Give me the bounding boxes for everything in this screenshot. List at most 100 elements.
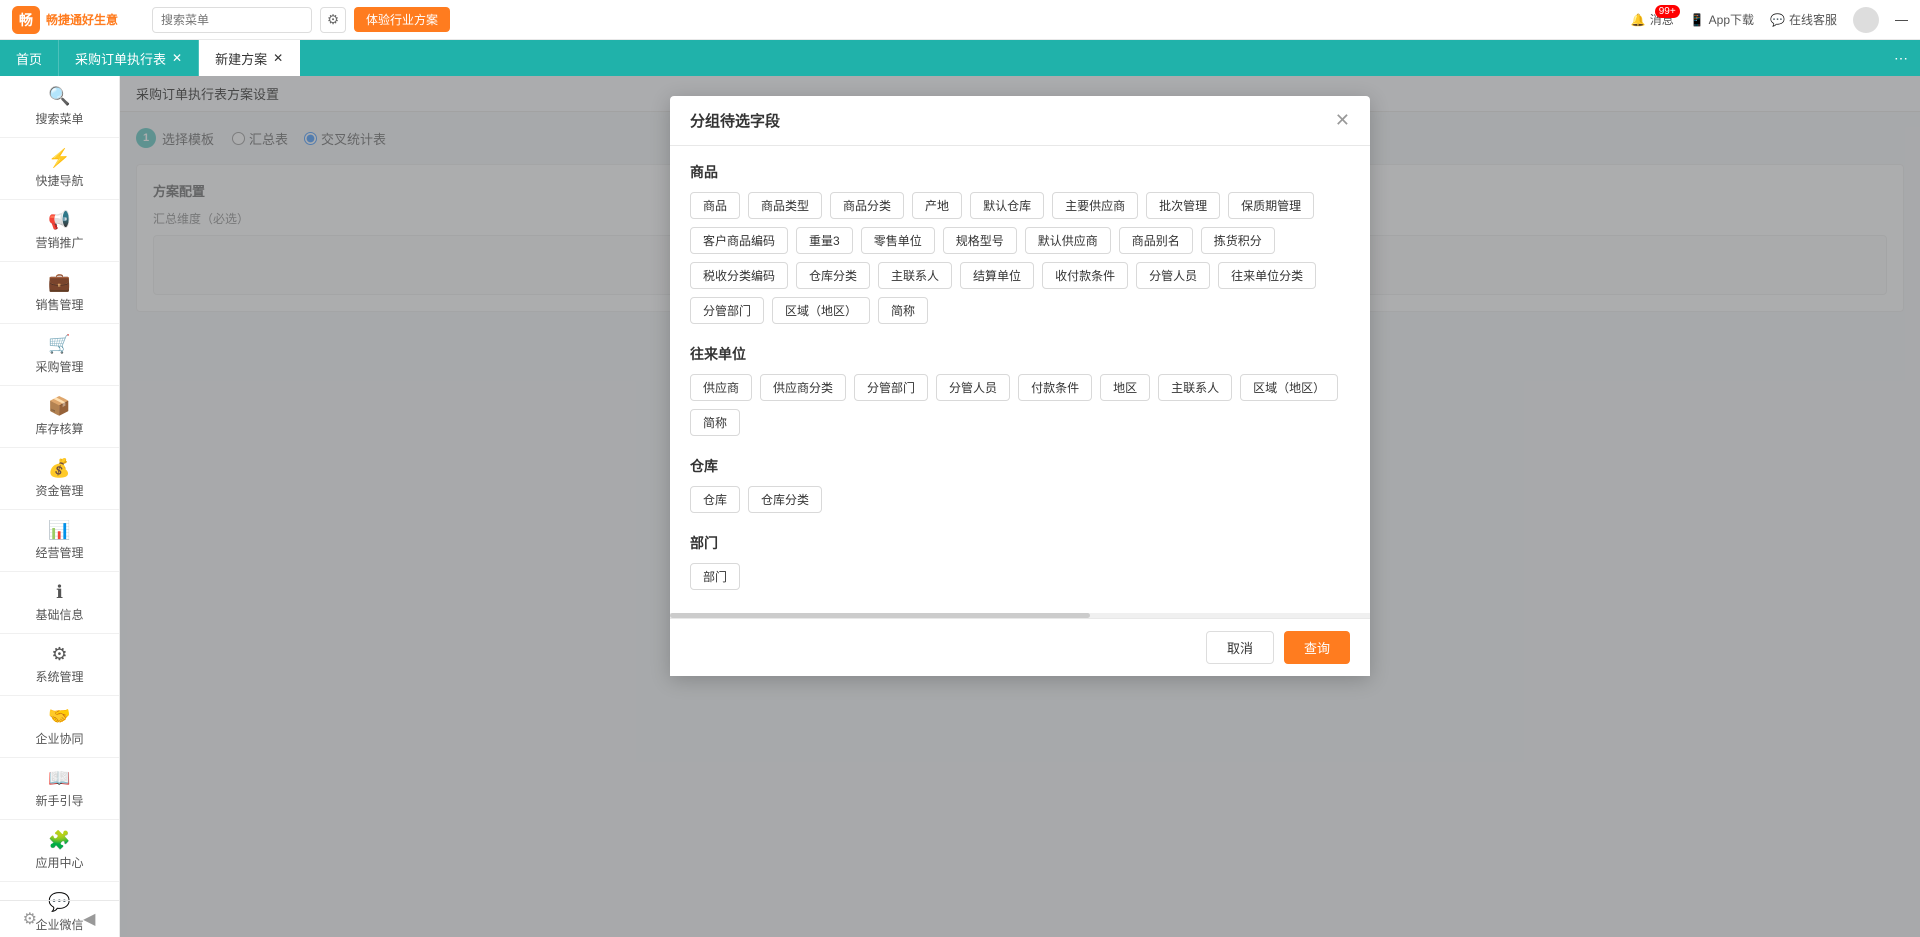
field-tag-default-warehouse[interactable]: 默认仓库	[970, 192, 1044, 219]
tab-home-label: 首页	[16, 49, 42, 68]
top-bar: 畅 畅捷通好生意 ⚙ 体验行业方案 🔔 消息 99+ 📱 App下载 💬 在线客…	[0, 0, 1920, 40]
experience-button[interactable]: 体验行业方案	[354, 7, 450, 32]
top-right: 🔔 消息 99+ 📱 App下载 💬 在线客服 —	[1631, 7, 1908, 33]
section-goods: 商品 商品 商品类型 商品分类 产地 默认仓库 主要供应商 批次管理 保质期管理…	[690, 162, 1350, 324]
field-tag-supplier[interactable]: 供应商	[690, 374, 752, 401]
field-tag-spec-model[interactable]: 规格型号	[943, 227, 1017, 254]
sidebar-item-collaboration[interactable]: 🤝 企业协同	[0, 696, 119, 758]
field-tag-supervisor[interactable]: 分管人员	[1136, 262, 1210, 289]
sidebar-item-purchase-label: 采购管理	[35, 358, 83, 375]
field-tag-counterparty-category[interactable]: 往来单位分类	[1218, 262, 1316, 289]
field-tag-short-name[interactable]: 简称	[878, 297, 928, 324]
cancel-button[interactable]: 取消	[1206, 631, 1274, 664]
modal-footer: 取消 查询	[670, 618, 1370, 676]
field-tag-warehouse-category[interactable]: 仓库分类	[796, 262, 870, 289]
sidebar-item-guide[interactable]: 📖 新手引导	[0, 758, 119, 820]
tab-new-scheme-close[interactable]: ✕	[273, 51, 283, 65]
modal-close-button[interactable]: ✕	[1335, 110, 1350, 131]
basic-info-icon: ℹ	[56, 582, 63, 603]
tab-purchase-order[interactable]: 采购订单执行表 ✕	[59, 40, 199, 76]
field-tag-payment-terms[interactable]: 收付款条件	[1042, 262, 1128, 289]
gear-button[interactable]: ⚙	[320, 7, 346, 33]
field-tag-main-contact2[interactable]: 主联系人	[1158, 374, 1232, 401]
section-department: 部门 部门	[690, 533, 1350, 590]
field-select-modal: 分组待选字段 ✕ 商品 商品 商品类型 商品分类 产地 默认仓库 主要供应商 批…	[670, 96, 1370, 676]
operations-icon: 📊	[48, 520, 70, 541]
sidebar-item-marketing[interactable]: 📢 营销推广	[0, 200, 119, 262]
field-tag-tax-code[interactable]: 税收分类编码	[690, 262, 788, 289]
modal-title: 分组待选字段	[690, 110, 780, 131]
sidebar-item-inventory-label: 库存核算	[35, 420, 83, 437]
logo-icon: 畅	[12, 6, 40, 34]
field-tag-pick-points[interactable]: 拣货积分	[1201, 227, 1275, 254]
avatar[interactable]	[1853, 7, 1879, 33]
field-tag-main-contact[interactable]: 主联系人	[878, 262, 952, 289]
sidebar: 🔍 搜索菜单 ⚡ 快捷导航 📢 营销推广 💼 销售管理 🛒 采购管理 📦 库存核…	[0, 76, 120, 937]
field-tag-department[interactable]: 部门	[690, 563, 740, 590]
service-icon: 💬	[1770, 13, 1785, 27]
field-tag-goods-category[interactable]: 商品分类	[830, 192, 904, 219]
logo-text: 畅捷通好生意	[46, 11, 118, 28]
field-tag-dept-supervisor2[interactable]: 分管部门	[854, 374, 928, 401]
tab-expand-button[interactable]: ⋯	[1882, 50, 1920, 67]
field-tag-default-supplier[interactable]: 默认供应商	[1025, 227, 1111, 254]
sidebar-item-inventory[interactable]: 📦 库存核算	[0, 386, 119, 448]
field-tag-goods-type[interactable]: 商品类型	[748, 192, 822, 219]
sidebar-collapse-button[interactable]: ◀	[60, 901, 120, 937]
sidebar-item-purchase[interactable]: 🛒 采购管理	[0, 324, 119, 386]
sidebar-item-finance[interactable]: 💰 资金管理	[0, 448, 119, 510]
sidebar-item-basic-info[interactable]: ℹ 基础信息	[0, 572, 119, 634]
section-department-tags: 部门	[690, 563, 1350, 590]
field-tag-warehouse[interactable]: 仓库	[690, 486, 740, 513]
field-tag-settlement-unit[interactable]: 结算单位	[960, 262, 1034, 289]
field-tag-warehouse-cat[interactable]: 仓库分类	[748, 486, 822, 513]
search-input[interactable]	[152, 7, 312, 33]
field-tag-weight[interactable]: 重量3	[796, 227, 853, 254]
app-download-button[interactable]: 📱 App下载	[1690, 11, 1754, 28]
notification-button[interactable]: 🔔 消息 99+	[1631, 11, 1674, 28]
field-tag-payment-cond[interactable]: 付款条件	[1018, 374, 1092, 401]
field-tag-goods[interactable]: 商品	[690, 192, 740, 219]
field-tag-supervisor2[interactable]: 分管人员	[936, 374, 1010, 401]
field-tag-supplier-category[interactable]: 供应商分类	[760, 374, 846, 401]
sidebar-item-sales-label: 销售管理	[35, 296, 83, 313]
modal-overlay: 分组待选字段 ✕ 商品 商品 商品类型 商品分类 产地 默认仓库 主要供应商 批…	[120, 76, 1920, 937]
inventory-icon: 📦	[48, 396, 70, 417]
modal-scrollbar-horizontal[interactable]	[670, 613, 1370, 618]
logo-area: 畅 畅捷通好生意	[12, 6, 132, 34]
field-tag-area[interactable]: 地区	[1100, 374, 1150, 401]
field-tag-shelf-life[interactable]: 保质期管理	[1228, 192, 1314, 219]
field-tag-region2[interactable]: 区域（地区）	[1240, 374, 1338, 401]
section-counterparty: 往来单位 供应商 供应商分类 分管部门 分管人员 付款条件 地区 主联系人 区域…	[690, 344, 1350, 436]
field-tag-retail-unit[interactable]: 零售单位	[861, 227, 935, 254]
field-tag-goods-alias[interactable]: 商品别名	[1119, 227, 1193, 254]
sidebar-settings-button[interactable]: ⚙	[0, 901, 60, 937]
field-tag-origin[interactable]: 产地	[912, 192, 962, 219]
field-tag-customer-code[interactable]: 客户商品编码	[690, 227, 788, 254]
sidebar-item-app-center[interactable]: 🧩 应用中心	[0, 820, 119, 882]
field-tag-region[interactable]: 区域（地区）	[772, 297, 870, 324]
quicknav-icon: ⚡	[48, 148, 70, 169]
sidebar-item-search[interactable]: 🔍 搜索菜单	[0, 76, 119, 138]
sidebar-item-search-label: 搜索菜单	[35, 110, 83, 127]
sidebar-item-sales[interactable]: 💼 销售管理	[0, 262, 119, 324]
sidebar-item-system-label: 系统管理	[35, 668, 83, 685]
tab-bar: 首页 采购订单执行表 ✕ 新建方案 ✕ ⋯	[0, 40, 1920, 76]
field-tag-main-supplier[interactable]: 主要供应商	[1052, 192, 1138, 219]
field-tag-dept-supervisor[interactable]: 分管部门	[690, 297, 764, 324]
gear-icon: ⚙	[327, 12, 339, 28]
tab-new-scheme[interactable]: 新建方案 ✕	[199, 40, 300, 76]
download-icon: 📱	[1690, 13, 1705, 27]
tab-purchase-order-close[interactable]: ✕	[172, 51, 182, 65]
finance-icon: 💰	[48, 458, 70, 479]
sidebar-item-quicknav[interactable]: ⚡ 快捷导航	[0, 138, 119, 200]
confirm-button[interactable]: 查询	[1284, 631, 1350, 664]
sidebar-item-system[interactable]: ⚙ 系统管理	[0, 634, 119, 696]
sidebar-item-operations[interactable]: 📊 经营管理	[0, 510, 119, 572]
section-department-title: 部门	[690, 533, 1350, 553]
sales-icon: 💼	[48, 272, 70, 293]
field-tag-short-name2[interactable]: 简称	[690, 409, 740, 436]
field-tag-batch-mgmt[interactable]: 批次管理	[1146, 192, 1220, 219]
online-service-button[interactable]: 💬 在线客服	[1770, 11, 1837, 28]
tab-home[interactable]: 首页	[0, 40, 59, 76]
